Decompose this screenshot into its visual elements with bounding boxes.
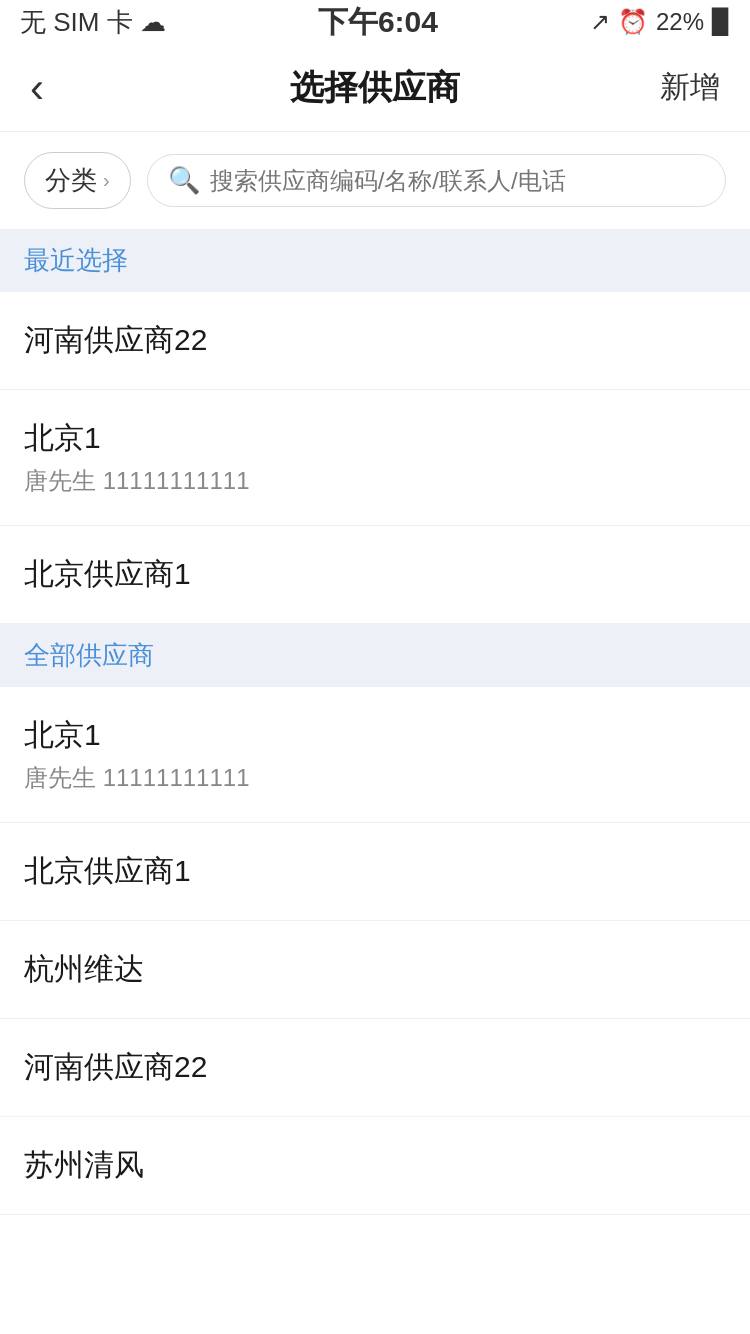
list-item[interactable]: 河南供应商22 xyxy=(0,292,750,390)
category-label: 分类 xyxy=(45,163,97,198)
search-box: 🔍 xyxy=(147,154,726,207)
item-name: 河南供应商22 xyxy=(24,1047,726,1088)
item-name: 北京供应商1 xyxy=(24,851,726,892)
recent-list: 河南供应商22 北京1 唐先生 11111111111 北京供应商1 xyxy=(0,292,750,624)
all-section-label: 全部供应商 xyxy=(24,640,154,670)
status-bar: 无 SIM 卡 ☁ 下午6:04 ↗ ⏰ 22% ▉ xyxy=(0,0,750,44)
nav-bar: ‹ 选择供应商 新增 xyxy=(0,44,750,132)
all-list: 北京1 唐先生 11111111111 北京供应商1 杭州维达 河南供应商22 … xyxy=(0,687,750,1215)
item-name: 北京1 xyxy=(24,418,726,459)
list-item[interactable]: 北京供应商1 xyxy=(0,823,750,921)
list-item[interactable]: 杭州维达 xyxy=(0,921,750,1019)
recent-section-label: 最近选择 xyxy=(24,245,128,275)
recent-section-header: 最近选择 xyxy=(0,229,750,292)
search-input[interactable] xyxy=(210,167,705,195)
page-title: 选择供应商 xyxy=(290,65,460,111)
back-button[interactable]: ‹ xyxy=(30,64,90,112)
list-item[interactable]: 北京1 唐先生 11111111111 xyxy=(0,390,750,526)
search-icon: 🔍 xyxy=(168,165,200,196)
battery-label: 22% xyxy=(656,8,704,36)
no-sim-label: 无 SIM 卡 ☁ xyxy=(20,5,166,40)
list-item[interactable]: 北京供应商1 xyxy=(0,526,750,624)
chevron-icon: › xyxy=(103,169,110,192)
category-button[interactable]: 分类 › xyxy=(24,152,131,209)
list-item[interactable]: 北京1 唐先生 11111111111 xyxy=(0,687,750,823)
battery-icon: ▉ xyxy=(712,8,730,36)
item-contact: 唐先生 11111111111 xyxy=(24,465,726,497)
status-time: 下午6:04 xyxy=(318,2,438,43)
add-button[interactable]: 新增 xyxy=(660,67,720,108)
list-item[interactable]: 河南供应商22 xyxy=(0,1019,750,1117)
filter-bar: 分类 › 🔍 xyxy=(0,132,750,229)
location-icon: ↗ xyxy=(590,8,610,36)
all-section-header: 全部供应商 xyxy=(0,624,750,687)
item-name: 北京供应商1 xyxy=(24,554,726,595)
status-right: ↗ ⏰ 22% ▉ xyxy=(590,8,730,36)
list-item[interactable]: 苏州清风 xyxy=(0,1117,750,1215)
item-name: 杭州维达 xyxy=(24,949,726,990)
item-name: 北京1 xyxy=(24,715,726,756)
item-name: 苏州清风 xyxy=(24,1145,726,1186)
item-name: 河南供应商22 xyxy=(24,320,726,361)
item-contact: 唐先生 11111111111 xyxy=(24,762,726,794)
alarm-icon: ⏰ xyxy=(618,8,648,36)
status-left: 无 SIM 卡 ☁ xyxy=(20,5,166,40)
